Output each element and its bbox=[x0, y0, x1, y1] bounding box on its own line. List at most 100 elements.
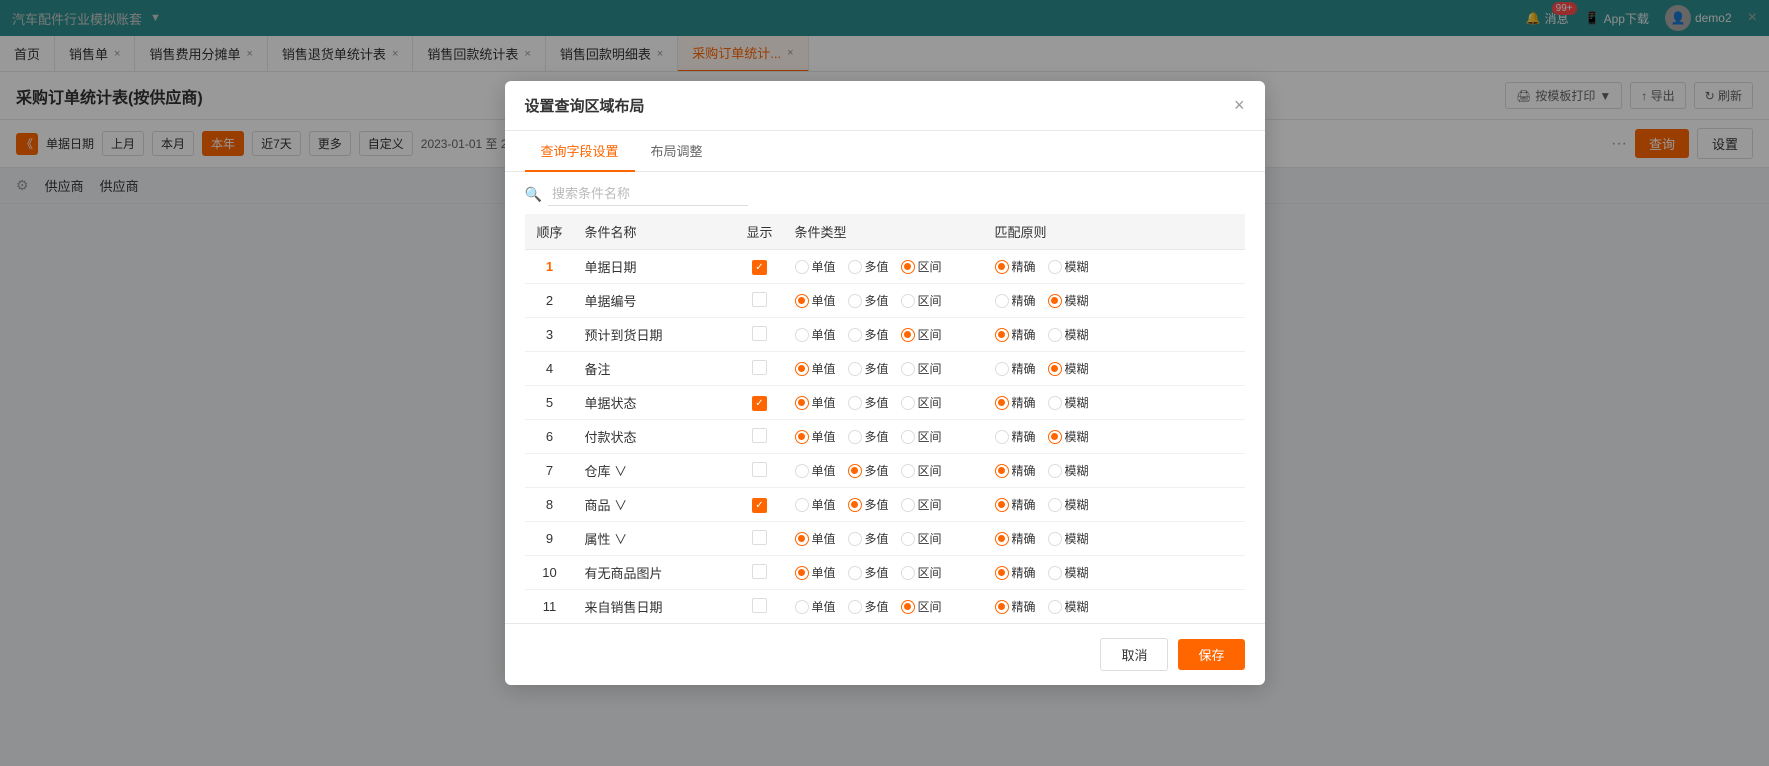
match-radio-精确[interactable]: 精确 bbox=[995, 292, 1036, 309]
radio-label-text: 单值 bbox=[812, 394, 836, 411]
type-radio-区间[interactable]: 区间 bbox=[901, 394, 942, 411]
radio-label-text: 模糊 bbox=[1065, 530, 1089, 547]
match-radio-模糊[interactable]: 模糊 bbox=[1048, 292, 1089, 309]
table-row: 10有无商品图片单值多值区间精确模糊 bbox=[525, 556, 1245, 590]
type-radio-单值[interactable]: 单值 bbox=[795, 496, 836, 513]
radio-circle-icon bbox=[795, 566, 809, 580]
type-radio-多值[interactable]: 多值 bbox=[848, 360, 889, 377]
cancel-button[interactable]: 取消 bbox=[1100, 638, 1168, 671]
match-radio-精确[interactable]: 精确 bbox=[995, 530, 1036, 547]
display-checkbox[interactable] bbox=[752, 396, 767, 411]
match-radio-精确[interactable]: 精确 bbox=[995, 462, 1036, 479]
row-order-10: 10 bbox=[525, 556, 575, 590]
settings-modal: 设置查询区域布局 × 查询字段设置 布局调整 🔍 顺序 条件名称 bbox=[505, 81, 1265, 685]
type-radio-区间[interactable]: 区间 bbox=[901, 292, 942, 309]
row-display-3[interactable] bbox=[735, 318, 785, 352]
match-radio-模糊[interactable]: 模糊 bbox=[1048, 598, 1089, 615]
radio-label-text: 单值 bbox=[812, 462, 836, 479]
type-radio-区间[interactable]: 区间 bbox=[901, 326, 942, 343]
display-checkbox[interactable] bbox=[752, 598, 767, 613]
modal-tab-query-fields[interactable]: 查询字段设置 bbox=[525, 131, 635, 172]
match-radio-精确[interactable]: 精确 bbox=[995, 326, 1036, 343]
display-checkbox[interactable] bbox=[752, 498, 767, 513]
row-display-7[interactable] bbox=[735, 454, 785, 488]
type-radio-区间[interactable]: 区间 bbox=[901, 360, 942, 377]
display-checkbox[interactable] bbox=[752, 428, 767, 443]
row-display-8[interactable] bbox=[735, 488, 785, 522]
type-radio-多值[interactable]: 多值 bbox=[848, 530, 889, 547]
type-radio-多值[interactable]: 多值 bbox=[848, 564, 889, 581]
type-radio-区间[interactable]: 区间 bbox=[901, 462, 942, 479]
match-radio-模糊[interactable]: 模糊 bbox=[1048, 496, 1089, 513]
display-checkbox[interactable] bbox=[752, 260, 767, 275]
radio-circle-icon bbox=[995, 498, 1009, 512]
row-display-2[interactable] bbox=[735, 284, 785, 318]
type-radio-单值[interactable]: 单值 bbox=[795, 564, 836, 581]
match-radio-模糊[interactable]: 模糊 bbox=[1048, 258, 1089, 275]
row-display-11[interactable] bbox=[735, 590, 785, 624]
type-radio-多值[interactable]: 多值 bbox=[848, 428, 889, 445]
match-radio-精确[interactable]: 精确 bbox=[995, 428, 1036, 445]
type-radio-单值[interactable]: 单值 bbox=[795, 462, 836, 479]
type-radio-区间[interactable]: 区间 bbox=[901, 428, 942, 445]
type-radio-单值[interactable]: 单值 bbox=[795, 530, 836, 547]
match-radio-模糊[interactable]: 模糊 bbox=[1048, 462, 1089, 479]
match-radio-模糊[interactable]: 模糊 bbox=[1048, 394, 1089, 411]
radio-label-text: 多值 bbox=[865, 326, 889, 343]
type-radio-单值[interactable]: 单值 bbox=[795, 360, 836, 377]
type-radio-区间[interactable]: 区间 bbox=[901, 258, 942, 275]
type-radio-多值[interactable]: 多值 bbox=[848, 462, 889, 479]
radio-label-text: 区间 bbox=[918, 258, 942, 275]
condition-search-input[interactable] bbox=[548, 182, 748, 206]
match-radio-精确[interactable]: 精确 bbox=[995, 360, 1036, 377]
type-radio-多值[interactable]: 多值 bbox=[848, 258, 889, 275]
display-checkbox[interactable] bbox=[752, 462, 767, 477]
radio-circle-icon bbox=[848, 430, 862, 444]
match-radio-模糊[interactable]: 模糊 bbox=[1048, 530, 1089, 547]
display-checkbox[interactable] bbox=[752, 564, 767, 579]
radio-label-text: 精确 bbox=[1012, 496, 1036, 513]
table-row: 6付款状态单值多值区间精确模糊 bbox=[525, 420, 1245, 454]
type-radio-多值[interactable]: 多值 bbox=[848, 598, 889, 615]
type-radio-多值[interactable]: 多值 bbox=[848, 394, 889, 411]
display-checkbox[interactable] bbox=[752, 530, 767, 545]
row-display-4[interactable] bbox=[735, 352, 785, 386]
display-checkbox[interactable] bbox=[752, 326, 767, 341]
table-row: 9属性 ∨单值多值区间精确模糊 bbox=[525, 522, 1245, 556]
type-radio-多值[interactable]: 多值 bbox=[848, 496, 889, 513]
type-radio-单值[interactable]: 单值 bbox=[795, 258, 836, 275]
row-display-9[interactable] bbox=[735, 522, 785, 556]
modal-close-button[interactable]: × bbox=[1234, 95, 1245, 116]
type-radio-区间[interactable]: 区间 bbox=[901, 530, 942, 547]
row-order-2: 2 bbox=[525, 284, 575, 318]
radio-circle-icon bbox=[1048, 362, 1062, 376]
match-radio-精确[interactable]: 精确 bbox=[995, 564, 1036, 581]
match-radio-精确[interactable]: 精确 bbox=[995, 394, 1036, 411]
radio-circle-icon bbox=[795, 294, 809, 308]
match-radio-精确[interactable]: 精确 bbox=[995, 258, 1036, 275]
type-radio-单值[interactable]: 单值 bbox=[795, 394, 836, 411]
type-radio-单值[interactable]: 单值 bbox=[795, 292, 836, 309]
type-radio-单值[interactable]: 单值 bbox=[795, 326, 836, 343]
type-radio-区间[interactable]: 区间 bbox=[901, 598, 942, 615]
match-radio-精确[interactable]: 精确 bbox=[995, 598, 1036, 615]
type-radio-区间[interactable]: 区间 bbox=[901, 496, 942, 513]
match-radio-精确[interactable]: 精确 bbox=[995, 496, 1036, 513]
match-radio-模糊[interactable]: 模糊 bbox=[1048, 360, 1089, 377]
type-radio-多值[interactable]: 多值 bbox=[848, 326, 889, 343]
match-radio-模糊[interactable]: 模糊 bbox=[1048, 564, 1089, 581]
save-button[interactable]: 保存 bbox=[1178, 639, 1244, 670]
row-display-1[interactable] bbox=[735, 250, 785, 284]
type-radio-多值[interactable]: 多值 bbox=[848, 292, 889, 309]
row-display-6[interactable] bbox=[735, 420, 785, 454]
row-display-5[interactable] bbox=[735, 386, 785, 420]
type-radio-区间[interactable]: 区间 bbox=[901, 564, 942, 581]
modal-tab-layout[interactable]: 布局调整 bbox=[635, 131, 719, 172]
display-checkbox[interactable] bbox=[752, 292, 767, 307]
match-radio-模糊[interactable]: 模糊 bbox=[1048, 326, 1089, 343]
display-checkbox[interactable] bbox=[752, 360, 767, 375]
type-radio-单值[interactable]: 单值 bbox=[795, 428, 836, 445]
row-display-10[interactable] bbox=[735, 556, 785, 590]
type-radio-单值[interactable]: 单值 bbox=[795, 598, 836, 615]
match-radio-模糊[interactable]: 模糊 bbox=[1048, 428, 1089, 445]
